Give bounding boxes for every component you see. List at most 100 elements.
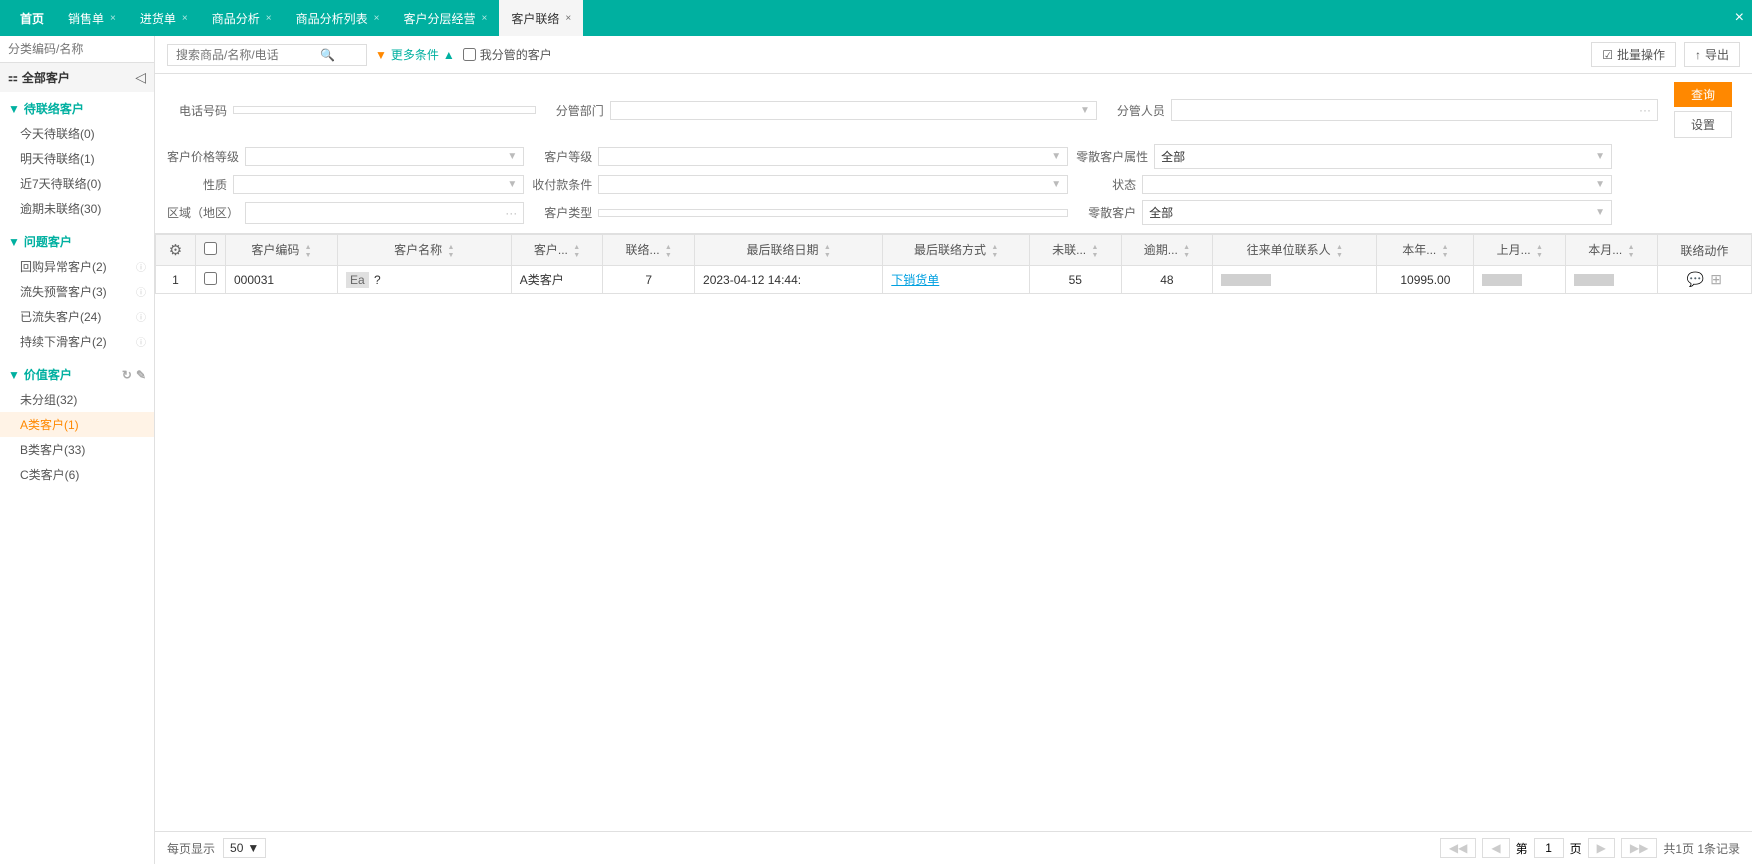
filter-search-box[interactable]: 🔍 [167,44,367,66]
close-analysis-list-tab[interactable]: × [374,13,380,24]
col-name-header: 客户名称 [337,235,511,266]
sort-this-year-icon[interactable] [1442,244,1449,259]
row-no-contact: 55 [1029,266,1121,294]
retail-attr-value: 全部 [1161,148,1185,165]
grid-icon: ⚏ [8,71,18,84]
sidebar-item-lost[interactable]: 已流失客户(24) ⓘ [0,304,154,329]
sort-category-icon[interactable] [573,244,580,259]
region-input[interactable]: ··· [245,202,524,224]
tab-home[interactable]: 首页 [8,0,56,36]
tab-customer-contact[interactable]: 客户联络 × [499,0,583,36]
tab-customer-seg[interactable]: 客户分层经营 × [391,0,499,36]
total-records: 共1页 1条记录 [1663,840,1740,857]
sort-overdue-icon[interactable] [1183,244,1190,259]
problem-section-title[interactable]: ▼ 问题客户 [0,229,154,254]
sort-last-month-icon[interactable] [1536,244,1543,259]
query-btn[interactable]: 查询 [1674,82,1732,107]
close-customer-seg-tab[interactable]: × [481,13,487,24]
tab-analysis[interactable]: 商品分析 × [200,0,284,36]
close-analysis-tab[interactable]: × [266,13,272,24]
row-select-checkbox[interactable] [204,272,217,285]
more-filter-btn[interactable]: ▼ 更多条件 ▲ [375,46,455,63]
sort-last-date-icon[interactable] [824,244,831,259]
sort-code-icon[interactable] [305,244,312,259]
sidebar-item-ungroup[interactable]: 未分组(32) [0,387,154,412]
my-customers-checkbox[interactable]: 我分管的客户 [463,46,552,63]
table-settings-btn[interactable]: ⚙ [169,241,182,259]
sidebar-item-b-class[interactable]: B类客户(33) [0,437,154,462]
export-btn[interactable]: ↑ 导出 [1684,42,1740,67]
customer-level-input[interactable]: ▼ [598,147,1068,166]
edit-icon[interactable]: ✎ [136,368,146,382]
last-month-placeholder [1482,274,1522,286]
sort-last-method-icon[interactable] [991,244,998,259]
sidebar-item-c-class[interactable]: C类客户(6) [0,462,154,487]
checkbox-icon: ☑ [1602,48,1613,62]
phone-label: 电话号码 [167,102,227,119]
close-all-tabs[interactable]: × [1735,9,1744,27]
sidebar-item-tomorrow[interactable]: 明天待联络(1) [0,146,154,171]
status-input[interactable]: ▼ [1142,175,1612,194]
tab-sales[interactable]: 销售单 × [56,0,128,36]
person-input[interactable]: ··· [1171,99,1658,121]
chevron-down-icon-2: ▼ [8,235,20,249]
retail-customer-input[interactable]: 全部 ▼ [1142,200,1612,225]
filter-search-icon[interactable]: 🔍 [320,48,335,62]
sort-contact-icon[interactable] [665,244,672,259]
refresh-icon[interactable]: ↻ [122,368,132,382]
sidebar-item-a-class[interactable]: A类客户(1) [0,412,154,437]
price-level-arrow: ▼ [507,151,517,162]
phone-input[interactable] [233,106,536,114]
sort-name-icon[interactable] [448,244,455,259]
last-method-link[interactable]: 下销货单 [891,273,939,287]
sidebar-item-warning[interactable]: 流失预警客户(3) ⓘ [0,279,154,304]
sidebar-item-overdue[interactable]: 逾期未联络(30) [0,196,154,221]
select-all-checkbox[interactable] [204,242,217,255]
customer-type-input[interactable] [598,209,1068,217]
close-customer-contact-tab[interactable]: × [565,13,571,24]
filter-search-input[interactable] [176,48,316,62]
row-this-month [1566,266,1658,294]
chat-icon[interactable]: 💬 [1687,271,1704,288]
pending-section-title[interactable]: ▼ 待联络客户 [0,96,154,121]
row-code: 000031 [226,266,338,294]
sort-this-month-icon[interactable] [1628,244,1635,259]
dept-input[interactable]: ▼ [610,101,1097,120]
first-page-btn[interactable]: ◀◀ [1440,838,1476,858]
sidebar-search-input[interactable] [8,42,155,56]
col-action-header: 联络动作 [1657,235,1751,266]
sidebar-item-declining[interactable]: 持续下滑客户(2) ⓘ [0,329,154,354]
sort-no-contact-icon[interactable] [1091,244,1098,259]
page-input[interactable] [1534,838,1564,858]
sidebar-item-abnormal[interactable]: 回购异常客户(2) ⓘ [0,254,154,279]
payment-arrow: ▼ [1051,179,1061,190]
value-section-title[interactable]: ▼ 价值客户 ↻ ✎ [0,362,154,387]
sidebar-collapse-btn[interactable]: ◁ [135,69,146,86]
tab-analysis-list[interactable]: 商品分析列表 × [284,0,392,36]
batch-op-btn[interactable]: ☑ 批量操作 [1591,42,1676,67]
table-row: 1 000031 Ea ? A类客户 7 2023-04-12 14:44: [156,266,1752,294]
prev-page-btn[interactable]: ◀ [1482,838,1509,858]
status-field: 状态 ▼ [1076,175,1612,194]
row-last-month [1474,266,1566,294]
last-page-btn[interactable]: ▶▶ [1621,838,1657,858]
per-page-select[interactable]: 50 ▼ [223,838,266,858]
nature-arrow: ▼ [507,179,517,190]
setting-btn[interactable]: 设置 [1674,111,1732,138]
sort-unit-contact-icon[interactable] [1336,244,1343,259]
retail-attr-input[interactable]: 全部 ▼ [1154,144,1612,169]
my-customers-check[interactable] [463,48,476,61]
sidebar-all-customers[interactable]: ⚏ 全部客户 ◁ [0,63,154,92]
tab-purchase[interactable]: 进货单 × [128,0,200,36]
payment-input[interactable]: ▼ [598,175,1068,194]
sidebar-item-7days[interactable]: 近7天待联络(0) [0,171,154,196]
more-action-icon[interactable]: ⊞ [1710,271,1722,288]
close-sales-tab[interactable]: × [110,13,116,24]
next-page-btn[interactable]: ▶ [1588,838,1615,858]
unit-contact-placeholder [1221,274,1271,286]
sidebar-item-today[interactable]: 今天待联络(0) [0,121,154,146]
price-level-input[interactable]: ▼ [245,147,524,166]
close-purchase-tab[interactable]: × [182,13,188,24]
nature-input[interactable]: ▼ [233,175,524,194]
dept-arrow-icon: ▼ [1080,105,1090,116]
